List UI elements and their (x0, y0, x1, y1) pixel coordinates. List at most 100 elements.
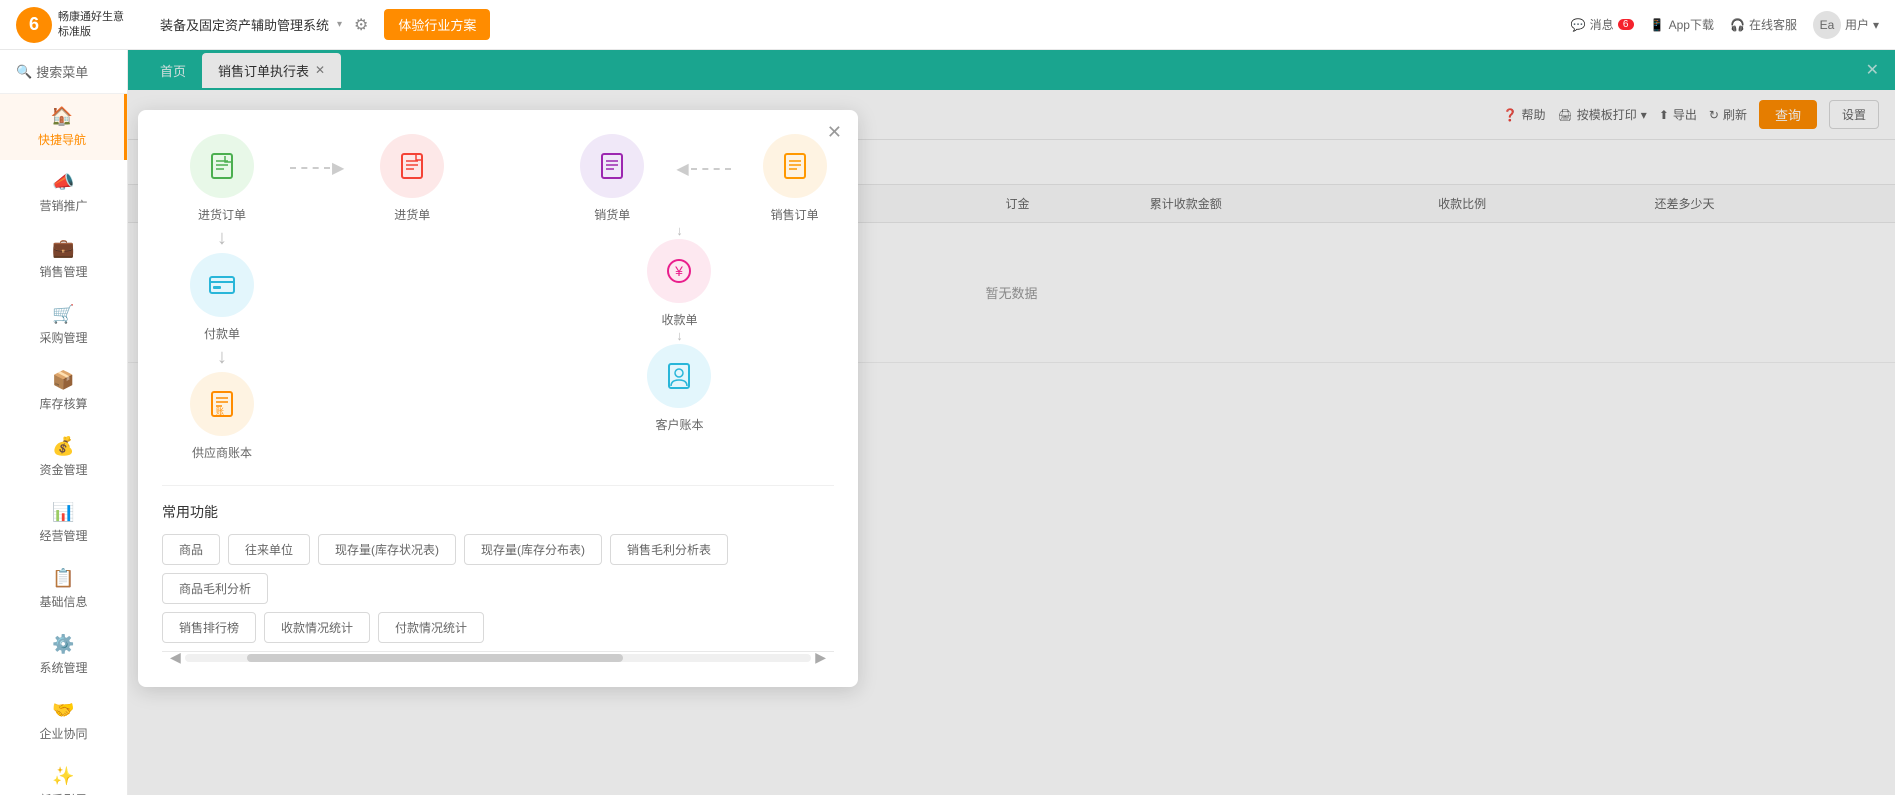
basic-info-icon: 📋 (52, 568, 74, 589)
flow-item-sales-order[interactable]: 销售订单 (735, 134, 855, 223)
system-icon: ⚙️ (52, 634, 74, 655)
app-download-label: App下载 (1669, 16, 1714, 33)
func-btn-sales-profit[interactable]: 销售毛利分析表 (610, 534, 728, 565)
download-icon: 📱 (1650, 18, 1665, 32)
flow-diagram: 进货订单 ↓ 付款单 (162, 134, 834, 461)
sidebar-item-sales[interactable]: 💼 销售管理 (0, 226, 127, 292)
dropdown-arrow-icon: ▾ (337, 19, 342, 30)
message-icon: 💬 (1571, 18, 1586, 32)
left-flow: 进货订单 ↓ 付款单 (162, 134, 282, 461)
purchase-icon: 🛒 (52, 304, 74, 325)
flow-item-supplier-account[interactable]: 账 供应商账本 (162, 372, 282, 461)
right-flow: 销货单 ◀ 销售订单 (552, 134, 854, 433)
inventory-icon: 📦 (52, 370, 74, 391)
sidebar-item-system[interactable]: ⚙️ 系统管理 (0, 622, 127, 688)
system-name: 装备及固定资产辅助管理系统 (160, 15, 329, 34)
sidebar-item-label: 销售管理 (39, 263, 87, 280)
sidebar-item-basic-info[interactable]: 📋 基础信息 (0, 556, 127, 622)
flow-item-purchase-bill[interactable]: 进货单 (352, 134, 472, 223)
search-icon: 🔍 (16, 64, 32, 80)
settings-icon[interactable]: ⚙ (354, 15, 368, 35)
func-btn-partners[interactable]: 往来单位 (228, 534, 310, 565)
sidebar-item-quick-nav[interactable]: 🏠 快捷导航 (0, 94, 127, 160)
purchase-order-label: 进货订单 (198, 206, 246, 223)
purchase-bill-label: 进货单 (394, 206, 430, 223)
sales-order-label: 销售订单 (771, 206, 819, 223)
supplier-account-circle: 账 (190, 372, 254, 436)
message-label: 消息 (1590, 16, 1614, 33)
message-badge: 6 (1618, 19, 1634, 30)
sidebar-search[interactable]: 🔍 搜索菜单 (0, 50, 127, 94)
user-label: 用户 (1845, 16, 1869, 33)
sidebar-item-label: 新手引导 (39, 791, 87, 795)
flow-item-purchase-order[interactable]: 进货订单 (162, 134, 282, 223)
arrow-right-1: ▶ (290, 134, 344, 178)
func-btn-product[interactable]: 商品 (162, 534, 220, 565)
scrollbar-thumb[interactable] (247, 654, 623, 662)
sidebar-item-label: 系统管理 (39, 659, 87, 676)
sidebar-item-enterprise[interactable]: 🤝 企业协同 (0, 688, 127, 754)
guide-icon: ✨ (52, 766, 74, 787)
user-action[interactable]: Ea 用户 ▾ (1813, 11, 1879, 39)
sidebar-item-label: 资金管理 (39, 461, 87, 478)
sidebar-item-label: 快捷导航 (38, 131, 86, 148)
flow-item-customer-account[interactable]: 客户账本 (619, 344, 739, 433)
sidebar-item-guide[interactable]: ✨ 新手引导 (0, 754, 127, 795)
content-area: 首页 销售订单执行表 ✕ ✕ ❓ 帮助 🖨 按模板打印 ▾ (128, 50, 1895, 795)
common-functions-title: 常用功能 (162, 502, 834, 522)
func-btn-stock-status[interactable]: 现存量(库存状况表) (318, 534, 456, 565)
arrow-down-1: ↓ (217, 223, 227, 253)
marketing-icon: 📣 (52, 172, 74, 193)
quick-nav-modal: ✕ 进货订单 ↓ (138, 110, 858, 687)
finance-icon: 💰 (52, 436, 74, 457)
sidebar: 🔍 搜索菜单 🏠 快捷导航 📣 营销推广 💼 销售管理 🛒 (0, 50, 128, 795)
svg-text:账: 账 (216, 407, 224, 416)
scrollbar-area[interactable]: ◀ ▶ (162, 651, 834, 663)
func-btn-receipt-stats[interactable]: 收款情况统计 (264, 612, 370, 643)
sidebar-item-inventory[interactable]: 📦 库存核算 (0, 358, 127, 424)
func-btn-sales-rank[interactable]: 销售排行榜 (162, 612, 256, 643)
avatar: Ea (1813, 11, 1841, 39)
func-btn-product-profit[interactable]: 商品毛利分析 (162, 573, 268, 604)
scrollbar-track[interactable] (185, 654, 811, 662)
logo-icon: 6 (16, 7, 52, 43)
sidebar-item-label: 采购管理 (39, 329, 87, 346)
sidebar-item-marketing[interactable]: 📣 营销推广 (0, 160, 127, 226)
search-label: 搜索菜单 (36, 62, 88, 81)
message-action[interactable]: 💬 消息 6 (1571, 16, 1634, 33)
sidebar-item-label: 库存核算 (39, 395, 87, 412)
scroll-left-icon[interactable]: ◀ (170, 649, 181, 666)
online-service-action[interactable]: 🎧 在线客服 (1730, 16, 1797, 33)
app-download-action[interactable]: 📱 App下载 (1650, 16, 1714, 33)
middle-flow: 进货单 (352, 134, 472, 411)
modal-close-button[interactable]: ✕ (827, 122, 842, 143)
payment-circle (190, 253, 254, 317)
flow-item-sales-bill[interactable]: 销货单 (552, 134, 672, 223)
customer-account-label: 客户账本 (655, 416, 703, 433)
service-icon: 🎧 (1730, 18, 1745, 32)
modal-overlay: ✕ 进货订单 ↓ (128, 50, 1895, 795)
svg-text:¥: ¥ (675, 263, 684, 279)
func-btn-payment-stats[interactable]: 付款情况统计 (378, 612, 484, 643)
sidebar-item-purchase[interactable]: 🛒 采购管理 (0, 292, 127, 358)
receipt-circle: ¥ (647, 239, 711, 303)
sidebar-item-operations[interactable]: 📊 经营管理 (0, 490, 127, 556)
func-btn-stock-dist[interactable]: 现存量(库存分布表) (464, 534, 602, 565)
online-service-label: 在线客服 (1749, 16, 1797, 33)
sales-bill-circle (580, 134, 644, 198)
system-selector[interactable]: 装备及固定资产辅助管理系统 ▾ (160, 15, 342, 34)
sidebar-item-finance[interactable]: 💰 资金管理 (0, 424, 127, 490)
enterprise-icon: 🤝 (52, 700, 74, 721)
scroll-right-icon[interactable]: ▶ (815, 649, 826, 666)
sidebar-nav: 🏠 快捷导航 📣 营销推广 💼 销售管理 🛒 采购管理 📦 库存核 (0, 94, 127, 795)
common-functions-section: 常用功能 商品 往来单位 现存量(库存状况表) 现存量(库存分布表) 销售毛利分… (162, 485, 834, 643)
customer-account-circle (647, 344, 711, 408)
supplier-account-label: 供应商账本 (192, 444, 252, 461)
quick-nav-icon: 🏠 (51, 106, 73, 127)
flow-item-payment[interactable]: 付款单 (162, 253, 282, 342)
sidebar-item-label: 基础信息 (39, 593, 87, 610)
purchase-bill-circle (380, 134, 444, 198)
flow-item-receipt[interactable]: ¥ 收款单 (619, 239, 739, 328)
experience-button[interactable]: 体验行业方案 (384, 9, 490, 40)
sidebar-item-label: 企业协同 (39, 725, 87, 742)
